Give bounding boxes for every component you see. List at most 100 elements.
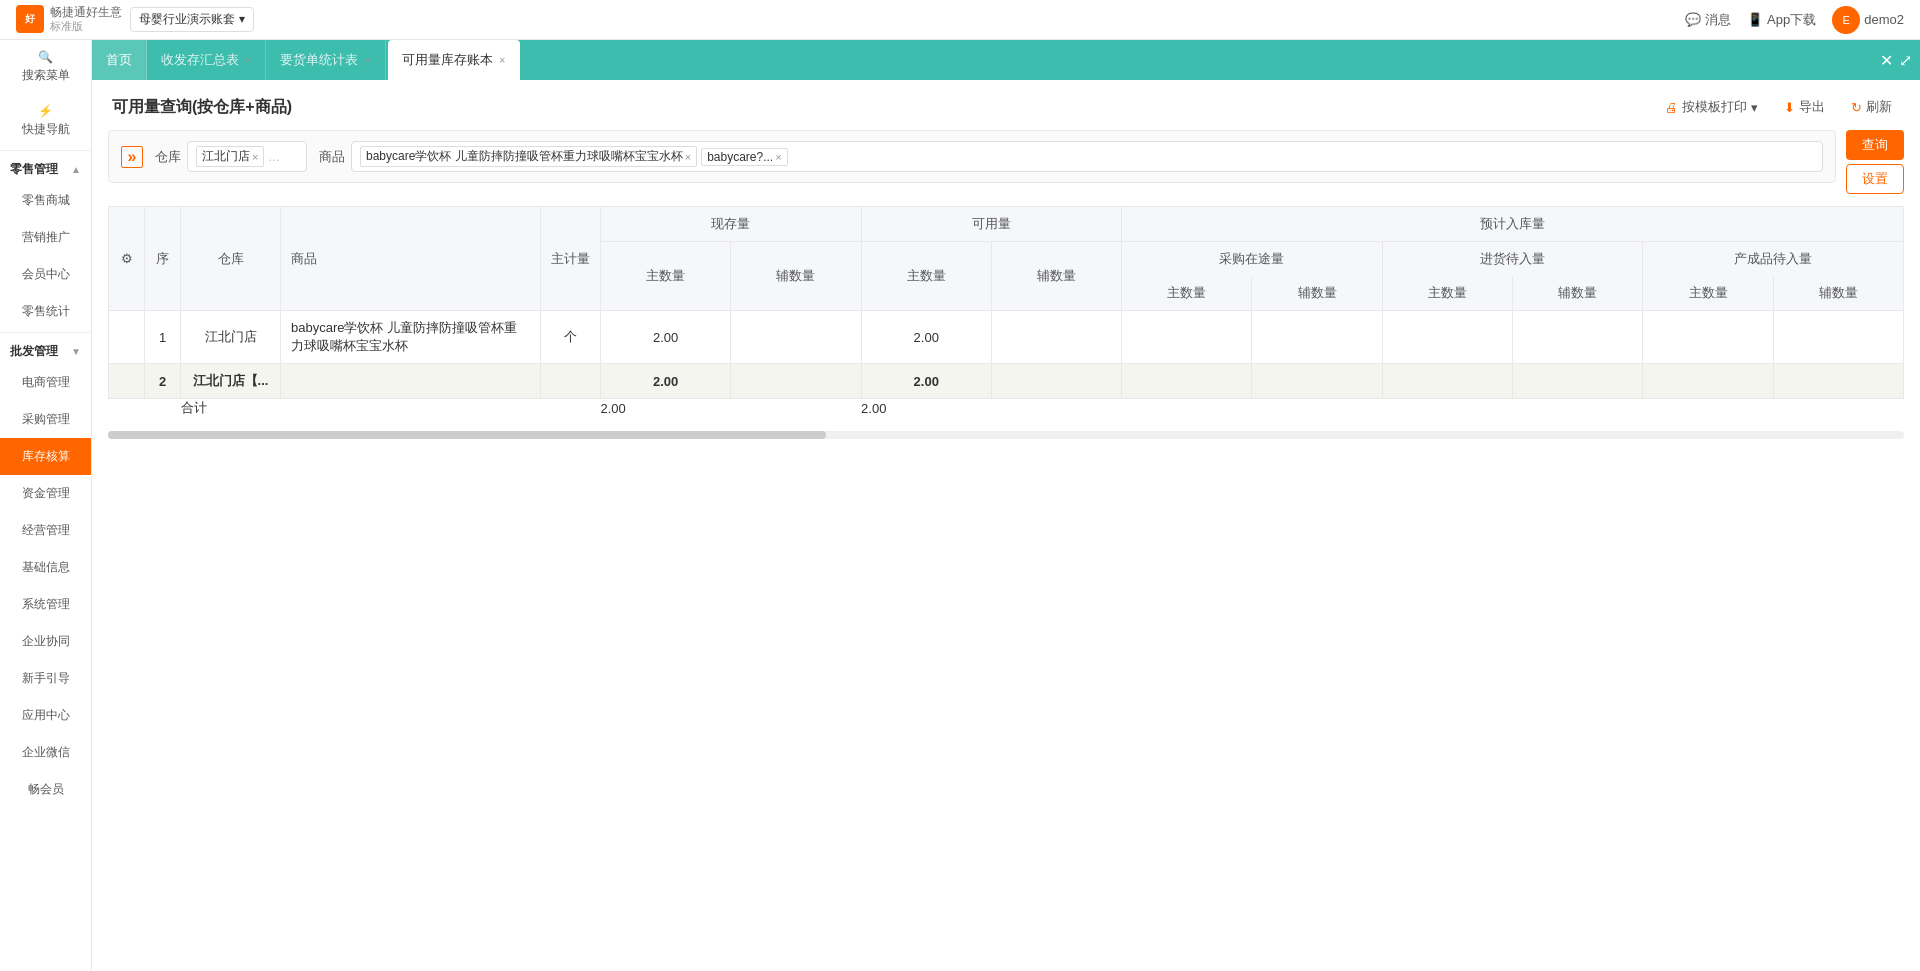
filter-section: » 仓库 江北门店 × ... bbox=[92, 130, 1920, 206]
system-label: 系统管理 bbox=[22, 596, 70, 613]
message-label: 消息 bbox=[1705, 11, 1731, 29]
col-header-fp-aux: 辅数量 bbox=[1773, 276, 1903, 311]
refresh-button[interactable]: ↻ 刷新 bbox=[1843, 94, 1900, 120]
user-profile[interactable]: E demo2 bbox=[1832, 6, 1904, 34]
filter-row: » 仓库 江北门店 × ... bbox=[108, 130, 1904, 194]
col-header-settings[interactable]: ⚙ bbox=[109, 207, 145, 311]
sidebar-item-inventory[interactable]: 库存核算 bbox=[0, 438, 91, 475]
quicknav-icon: ⚡ bbox=[38, 104, 53, 118]
scroll-bar-area bbox=[92, 427, 1920, 443]
col-header-current-stock: 现存量 bbox=[601, 207, 862, 242]
row1-sp-main bbox=[1382, 311, 1512, 364]
row1-fp-main bbox=[1643, 311, 1773, 364]
sidebar-item-system[interactable]: 系统管理 bbox=[0, 586, 91, 623]
row1-cs-main: 2.00 bbox=[601, 311, 731, 364]
sidebar-group-wholesale[interactable]: 批发管理 ▼ bbox=[0, 335, 91, 364]
sidebar-item-ecommerce[interactable]: 电商管理 bbox=[0, 364, 91, 401]
refresh-label: 刷新 bbox=[1866, 98, 1892, 116]
app-download-button[interactable]: 📱 App下载 bbox=[1747, 11, 1816, 29]
message-icon: 💬 bbox=[1685, 12, 1701, 27]
sidebar-item-search[interactable]: 🔍 搜索菜单 bbox=[0, 40, 91, 94]
sidebar-item-basic[interactable]: 基础信息 bbox=[0, 549, 91, 586]
sidebar-item-quicknav[interactable]: ⚡ 快捷导航 bbox=[0, 94, 91, 148]
row1-warehouse: 江北门店 bbox=[181, 311, 281, 364]
print-button[interactable]: 🖨 按模板打印 ▾ bbox=[1657, 94, 1766, 120]
sidebar-item-enterprise[interactable]: 企业协同 bbox=[0, 623, 91, 660]
row2-warehouse: 江北门店【... bbox=[181, 364, 281, 399]
footer-unit bbox=[541, 399, 601, 418]
tab-receive-summary-close[interactable]: × bbox=[245, 54, 251, 66]
tab-receive-summary[interactable]: 收发存汇总表 × bbox=[147, 40, 266, 80]
page-title: 可用量查询(按仓库+商品) bbox=[112, 97, 292, 118]
sidebar-item-finance[interactable]: 资金管理 bbox=[0, 475, 91, 512]
tab-close-all-icon[interactable]: ✕ bbox=[1880, 51, 1893, 70]
retail-stats-label: 零售统计 bbox=[22, 303, 70, 320]
footer-no bbox=[145, 399, 181, 418]
sidebar-item-wecom[interactable]: 企业微信 bbox=[0, 734, 91, 771]
footer-label: 合计 bbox=[181, 399, 281, 418]
top-bar: 好 畅捷通好生意 标准版 母婴行业演示账套 ▾ 💬 消息 📱 App下载 E d… bbox=[0, 0, 1920, 40]
wecom-label: 企业微信 bbox=[22, 744, 70, 761]
scroll-thumb[interactable] bbox=[108, 431, 826, 439]
warehouse-dots[interactable]: ... bbox=[268, 149, 279, 164]
setting-button[interactable]: 设置 bbox=[1846, 164, 1904, 194]
row2-cs-aux bbox=[731, 364, 861, 399]
print-label: 按模板打印 bbox=[1682, 98, 1747, 116]
query-button[interactable]: 查询 bbox=[1846, 130, 1904, 160]
sidebar-item-operation[interactable]: 经营管理 bbox=[0, 512, 91, 549]
vip-label: 畅会员 bbox=[28, 781, 64, 798]
product-input[interactable]: babycare学饮杯 儿童防摔防撞吸管杯重力球吸嘴杯宝宝水杯 × babyca… bbox=[351, 141, 1823, 172]
warehouse-tag-close[interactable]: × bbox=[252, 151, 258, 163]
tab-expand-icon[interactable]: ⤢ bbox=[1899, 51, 1912, 70]
wholesale-label: 批发管理 bbox=[10, 343, 58, 360]
product-tag-1-close[interactable]: × bbox=[685, 151, 691, 163]
footer-fp-aux bbox=[1773, 399, 1903, 418]
ecommerce-label: 电商管理 bbox=[22, 374, 70, 391]
sidebar-item-appstore[interactable]: 应用中心 bbox=[0, 697, 91, 734]
message-button[interactable]: 💬 消息 bbox=[1685, 11, 1731, 29]
product-tag-2-close[interactable]: × bbox=[775, 151, 781, 163]
tab-available-book-close[interactable]: × bbox=[499, 54, 505, 66]
export-button[interactable]: ⬇ 导出 bbox=[1776, 94, 1833, 120]
row1-sp-aux bbox=[1513, 311, 1643, 364]
footer-cs-main: 2.00 bbox=[601, 399, 731, 418]
footer-product bbox=[281, 399, 541, 418]
tab-order-stats-close[interactable]: × bbox=[364, 54, 370, 66]
zero-sales-label: 零售管理 bbox=[10, 161, 58, 178]
warehouse-input[interactable]: 江北门店 × ... bbox=[187, 141, 307, 172]
product-filter-label: 商品 bbox=[319, 148, 345, 166]
online-shop-label: 零售商城 bbox=[22, 192, 70, 209]
sidebar-item-purchase[interactable]: 采购管理 bbox=[0, 401, 91, 438]
tab-order-stats[interactable]: 要货单统计表 × bbox=[266, 40, 385, 80]
tenant-selector[interactable]: 母婴行业演示账套 ▾ bbox=[130, 7, 254, 32]
footer-pt-aux bbox=[1252, 399, 1382, 418]
logo-area: 好 畅捷通好生意 标准版 bbox=[16, 5, 122, 34]
sidebar-group-zero-sales[interactable]: 零售管理 ▲ bbox=[0, 153, 91, 182]
logo-texts: 畅捷通好生意 标准版 bbox=[50, 5, 122, 34]
tab-home[interactable]: 首页 bbox=[92, 40, 147, 80]
sidebar-item-marketing[interactable]: 营销推广 bbox=[0, 219, 91, 256]
data-table: ⚙ 序 仓库 商品 主计量 现存量 可用量 预计入库量 主数量 bbox=[108, 206, 1904, 417]
newbie-label: 新手引导 bbox=[22, 670, 70, 687]
row1-pt-aux bbox=[1252, 311, 1382, 364]
sidebar-item-vip[interactable]: 畅会员 bbox=[0, 771, 91, 808]
row1-cs-aux bbox=[731, 311, 861, 364]
filter-expand-btn[interactable]: » bbox=[121, 146, 143, 168]
sidebar-item-online-shop[interactable]: 零售商城 bbox=[0, 182, 91, 219]
table-row: 1 江北门店 babycare学饮杯 儿童防摔防撞吸管杯重力球吸嘴杯宝宝水杯 个… bbox=[109, 311, 1904, 364]
sidebar-item-member[interactable]: 会员中心 bbox=[0, 256, 91, 293]
product-filter: 商品 babycare学饮杯 儿童防摔防撞吸管杯重力球吸嘴杯宝宝水杯 × bab… bbox=[319, 141, 1823, 172]
col-header-pt-main: 主数量 bbox=[1122, 276, 1252, 311]
row2-av-aux bbox=[991, 364, 1121, 399]
sidebar-item-newbie[interactable]: 新手引导 bbox=[0, 660, 91, 697]
row2-sp-main bbox=[1382, 364, 1512, 399]
export-icon: ⬇ bbox=[1784, 100, 1795, 115]
tab-available-book[interactable]: 可用量库存账本 × bbox=[388, 40, 520, 80]
col-header-finished-pending: 产成品待入量 bbox=[1643, 242, 1904, 277]
col-header-no: 序 bbox=[145, 207, 181, 311]
print-icon: 🖨 bbox=[1665, 100, 1678, 115]
row2-fp-aux bbox=[1773, 364, 1903, 399]
horizontal-scrollbar[interactable] bbox=[108, 431, 1904, 439]
quicknav-label: 快捷导航 bbox=[22, 121, 70, 138]
sidebar-item-retail-stats[interactable]: 零售统计 bbox=[0, 293, 91, 330]
